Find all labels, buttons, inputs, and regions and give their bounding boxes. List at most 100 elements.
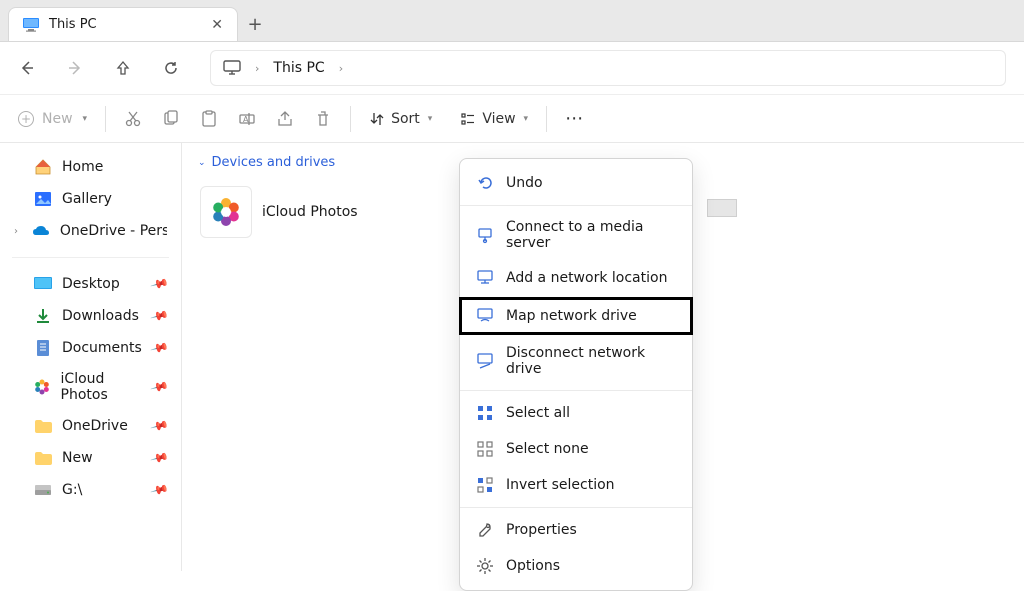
clipboard-group: A (124, 110, 332, 128)
sidebar-label: Gallery (62, 191, 112, 207)
divider (350, 106, 351, 132)
new-label: New (42, 111, 73, 127)
sidebar-item-onedrive-folder[interactable]: OneDrive 📌 (0, 410, 181, 442)
select-none-icon (476, 440, 494, 458)
menu-label: Select all (506, 405, 570, 421)
sidebar-item-desktop[interactable]: Desktop 📌 (0, 268, 181, 300)
menu-select-all[interactable]: Select all (460, 395, 692, 431)
sidebar-label: Desktop (62, 276, 120, 292)
gallery-icon (34, 190, 52, 208)
sidebar-label: OneDrive - Persona (60, 223, 167, 239)
this-pc-icon (23, 18, 39, 32)
sort-button[interactable]: Sort ▾ (369, 111, 432, 127)
breadcrumb-chevron-icon[interactable]: › (255, 62, 259, 75)
drive-icon (34, 481, 52, 499)
monitor-icon (223, 60, 241, 76)
menu-add-network-location[interactable]: Add a network location (460, 260, 692, 296)
sidebar-label: Documents (62, 340, 142, 356)
network-location-icon (476, 269, 494, 287)
menu-undo[interactable]: Undo (460, 165, 692, 201)
copy-icon[interactable] (162, 110, 180, 128)
sidebar-item-icloud[interactable]: iCloud Photos 📌 (0, 364, 181, 410)
menu-map-network-drive[interactable]: Map network drive (460, 298, 692, 334)
chevron-down-icon: ▾ (524, 114, 529, 124)
back-icon[interactable] (18, 59, 36, 77)
view-button[interactable]: View ▾ (460, 111, 528, 127)
window-tab[interactable]: This PC ✕ (8, 7, 238, 41)
menu-properties[interactable]: Properties (460, 512, 692, 548)
sidebar-item-onedrive[interactable]: › OneDrive - Persona (0, 215, 181, 247)
more-button[interactable]: ⋯ (565, 108, 585, 129)
breadcrumb-segment[interactable]: This PC (273, 60, 324, 76)
menu-disconnect-drive[interactable]: Disconnect network drive (460, 336, 692, 386)
chevron-right-icon[interactable]: › (14, 226, 22, 237)
desktop-icon (34, 275, 52, 293)
more-menu: Undo Connect to a media server Add a net… (459, 158, 693, 591)
sidebar-separator (12, 257, 169, 258)
sidebar-item-home[interactable]: Home (0, 151, 181, 183)
menu-connect-media[interactable]: Connect to a media server (460, 210, 692, 260)
documents-icon (34, 339, 52, 357)
chevron-down-icon: ▾ (428, 114, 433, 124)
sidebar-label: iCloud Photos (61, 371, 143, 403)
drive-label: iCloud Photos (262, 204, 358, 220)
menu-label: Undo (506, 175, 543, 191)
new-button[interactable]: + New ▾ (18, 111, 87, 127)
disconnect-drive-icon (476, 352, 494, 370)
pin-icon: 📌 (150, 377, 170, 397)
menu-select-none[interactable]: Select none (460, 431, 692, 467)
drive-item-icloud[interactable]: iCloud Photos (196, 182, 362, 242)
menu-label: Add a network location (506, 270, 667, 286)
nav-row: › This PC › (0, 42, 1024, 94)
column-header-stub[interactable] (707, 199, 737, 217)
cut-icon[interactable] (124, 110, 142, 128)
pin-icon: 📌 (150, 338, 170, 358)
menu-separator (460, 507, 692, 508)
sidebar-item-gallery[interactable]: Gallery (0, 183, 181, 215)
menu-label: Connect to a media server (506, 219, 676, 251)
menu-separator (460, 390, 692, 391)
menu-label: Invert selection (506, 477, 615, 493)
tab-title: This PC (49, 17, 97, 32)
menu-label: Select none (506, 441, 589, 457)
menu-invert-selection[interactable]: Invert selection (460, 467, 692, 503)
sidebar-item-gdrive[interactable]: G:\ 📌 (0, 474, 181, 506)
invert-selection-icon (476, 476, 494, 494)
photos-icon (200, 186, 252, 238)
share-icon[interactable] (276, 110, 294, 128)
refresh-icon[interactable] (162, 59, 180, 77)
select-all-icon (476, 404, 494, 422)
sidebar-item-downloads[interactable]: Downloads 📌 (0, 300, 181, 332)
paste-icon[interactable] (200, 110, 218, 128)
sidebar-label: OneDrive (62, 418, 128, 434)
sidebar-item-documents[interactable]: Documents 📌 (0, 332, 181, 364)
folder-icon (34, 449, 52, 467)
gear-icon (476, 557, 494, 575)
up-icon[interactable] (114, 59, 132, 77)
new-tab-button[interactable]: + (238, 7, 272, 41)
sidebar-label: Downloads (62, 308, 139, 324)
menu-options[interactable]: Options (460, 548, 692, 584)
close-tab-icon[interactable]: ✕ (211, 18, 223, 32)
delete-icon[interactable] (314, 110, 332, 128)
downloads-icon (34, 307, 52, 325)
plus-icon: + (18, 111, 34, 127)
address-bar[interactable]: › This PC › (210, 50, 1006, 86)
chevron-down-icon: ⌄ (198, 158, 206, 168)
sidebar-label: G:\ (62, 482, 82, 498)
pin-icon: 📌 (150, 306, 170, 326)
svg-text:A: A (243, 115, 249, 124)
breadcrumb-chevron-icon[interactable]: › (339, 62, 343, 75)
menu-label: Map network drive (506, 308, 637, 324)
sidebar-item-new[interactable]: New 📌 (0, 442, 181, 474)
chevron-down-icon: ▾ (83, 114, 88, 124)
properties-icon (476, 521, 494, 539)
map-drive-icon (476, 307, 494, 325)
view-label: View (482, 111, 515, 127)
sidebar-label: New (62, 450, 93, 466)
pin-icon: 📌 (150, 448, 170, 468)
forward-icon[interactable] (66, 59, 84, 77)
onedrive-icon (32, 222, 50, 240)
media-server-icon (476, 226, 494, 244)
rename-icon[interactable]: A (238, 110, 256, 128)
